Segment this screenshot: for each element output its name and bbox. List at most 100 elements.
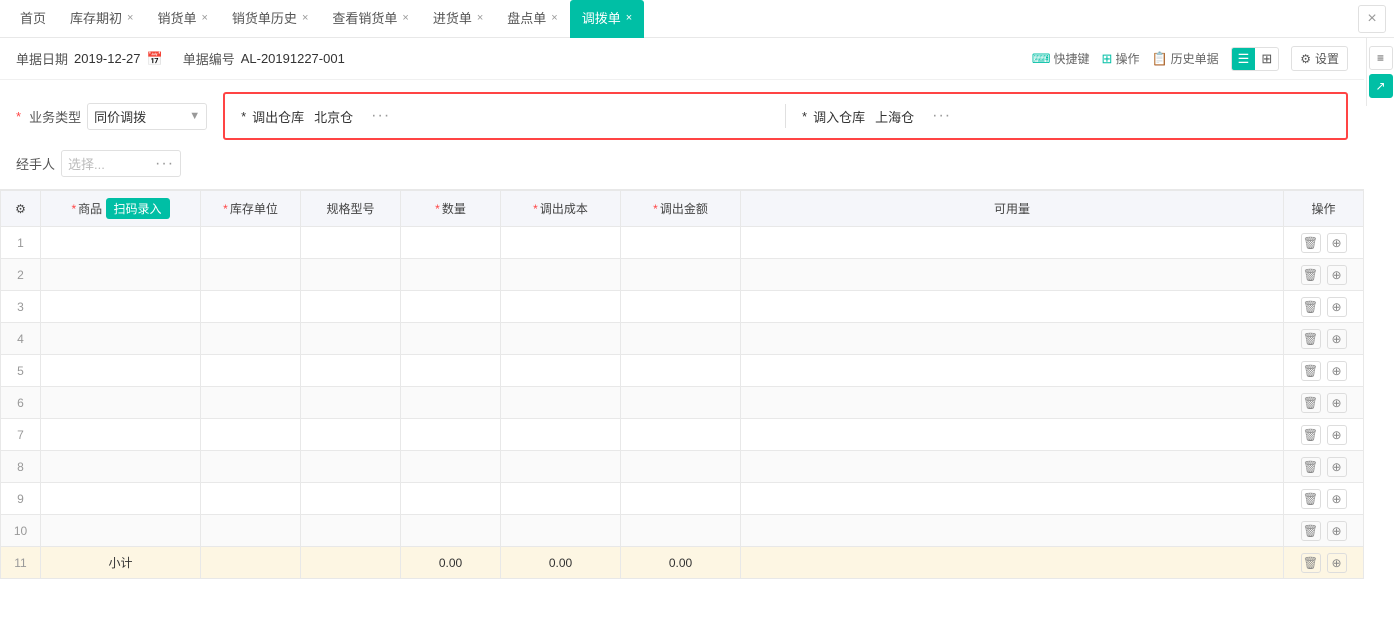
row-cost-cell[interactable] [501,323,621,355]
tab-view-sales-close[interactable]: × [402,12,408,24]
sidebar-export-button[interactable]: ↗ [1369,74,1393,98]
table-header-row: ⚙ *商品 扫码录入 *库存单位 规格型号 *数量 *调出 [1,191,1364,227]
row-amount-cell[interactable] [621,387,741,419]
row-qty-cell[interactable] [401,483,501,515]
row-qty-cell[interactable] [401,323,501,355]
table-settings-icon[interactable]: ⚙ [15,202,26,216]
biz-type-label: 业务类型 [29,107,81,126]
sidebar-list-button[interactable]: ≡ [1369,46,1393,70]
history-doc-button[interactable]: 📋 历史单据 [1151,50,1218,67]
row-cost-cell[interactable] [501,387,621,419]
copy-row-button[interactable]: ⊕ [1327,457,1347,477]
row-cost-cell[interactable] [501,515,621,547]
row-qty-cell[interactable] [401,227,501,259]
tab-sales-order[interactable]: 销货单 × [145,0,219,38]
copy-row-button[interactable]: ⊕ [1327,393,1347,413]
tab-inventory-init[interactable]: 库存期初 × [58,0,145,38]
row-product-cell[interactable] [41,387,201,419]
table-row: 9🗑⊕ [1,483,1364,515]
tab-sales-history[interactable]: 销货单历史 × [220,0,320,38]
copy-row-button[interactable]: ⊕ [1327,489,1347,509]
row-qty-cell[interactable] [401,419,501,451]
shortcut-key-button[interactable]: ⌨ 快捷键 [1032,50,1090,67]
delete-row-button[interactable]: 🗑 [1301,457,1321,477]
handler-more-icon[interactable]: ··· [155,155,174,173]
row-amount-cell[interactable] [621,259,741,291]
row-cost-cell[interactable] [501,451,621,483]
biz-type-select[interactable]: 同价调拨 ▼ [87,103,207,130]
row-product-cell[interactable] [41,483,201,515]
view-list-button[interactable]: ☰ [1232,48,1256,70]
row-product-cell[interactable] [41,227,201,259]
row-cost-cell[interactable] [501,355,621,387]
tab-sales-history-close[interactable]: × [302,12,308,24]
row-qty-cell[interactable] [401,515,501,547]
copy-row-button[interactable]: ⊕ [1327,265,1347,285]
row-cost-cell[interactable] [501,227,621,259]
out-warehouse-more-icon[interactable]: ··· [371,107,390,125]
delete-row-button[interactable]: 🗑 [1301,361,1321,381]
copy-row-button[interactable]: ⊕ [1327,425,1347,445]
in-warehouse-more-icon[interactable]: ··· [932,107,951,125]
copy-row-button[interactable]: ⊕ [1327,329,1347,349]
row-qty-cell[interactable] [401,291,501,323]
row-cost-cell[interactable] [501,419,621,451]
tab-inventory-init-close[interactable]: × [127,12,133,24]
window-close-button[interactable]: × [1358,5,1386,33]
delete-row-button[interactable]: 🗑 [1301,233,1321,253]
copy-row-button[interactable]: ⊕ [1327,553,1347,573]
row-product-cell[interactable] [41,419,201,451]
row-product-cell[interactable] [41,355,201,387]
row-number: 1 [1,227,41,259]
tab-sales-order-close[interactable]: × [201,12,207,24]
tab-home[interactable]: 首页 [8,0,58,38]
row-amount-cell[interactable] [621,483,741,515]
row-cost-cell[interactable] [501,483,621,515]
row-amount-cell[interactable] [621,291,741,323]
delete-row-button[interactable]: 🗑 [1301,265,1321,285]
row-cost-cell[interactable] [501,291,621,323]
handler-placeholder[interactable]: 选择... [68,154,105,173]
settings-button[interactable]: ⚙ 设置 [1291,46,1348,71]
copy-row-button[interactable]: ⊕ [1327,521,1347,541]
scan-entry-button[interactable]: 扫码录入 [106,198,170,219]
row-cost-cell[interactable] [501,259,621,291]
delete-row-button[interactable]: 🗑 [1301,425,1321,445]
row-amount-cell[interactable] [621,227,741,259]
row-amount-cell[interactable] [621,515,741,547]
copy-row-button[interactable]: ⊕ [1327,233,1347,253]
row-actions-cell: 🗑⊕ [1284,515,1364,547]
tab-view-sales[interactable]: 查看销货单 × [320,0,420,38]
delete-row-button[interactable]: 🗑 [1301,489,1321,509]
delete-row-button[interactable]: 🗑 [1301,393,1321,413]
row-product-cell[interactable] [41,515,201,547]
row-amount-cell[interactable] [621,451,741,483]
row-product-cell[interactable] [41,323,201,355]
operation-button[interactable]: ⊞ 操作 [1102,50,1140,67]
delete-row-button[interactable]: 🗑 [1301,297,1321,317]
tab-transfer-order[interactable]: 调拨单 × [570,0,644,38]
view-grid-button[interactable]: ⊞ [1255,48,1278,70]
row-qty-cell[interactable] [401,451,501,483]
row-product-cell[interactable] [41,259,201,291]
tab-inventory-count[interactable]: 盘点单 × [495,0,569,38]
calendar-icon[interactable]: 📅 [147,51,163,67]
row-amount-cell[interactable] [621,419,741,451]
tab-inventory-count-close[interactable]: × [551,12,557,24]
col-settings[interactable]: ⚙ [1,191,41,227]
row-product-cell[interactable] [41,451,201,483]
tab-purchase-order[interactable]: 进货单 × [421,0,495,38]
copy-row-button[interactable]: ⊕ [1327,361,1347,381]
copy-row-button[interactable]: ⊕ [1327,297,1347,317]
delete-row-button[interactable]: 🗑 [1301,329,1321,349]
row-amount-cell[interactable] [621,355,741,387]
row-qty-cell[interactable] [401,259,501,291]
row-product-cell[interactable] [41,291,201,323]
row-qty-cell[interactable] [401,387,501,419]
tab-transfer-order-close[interactable]: × [626,12,632,24]
row-qty-cell[interactable] [401,355,501,387]
delete-row-button[interactable]: 🗑 [1301,521,1321,541]
tab-purchase-order-close[interactable]: × [477,12,483,24]
delete-row-button[interactable]: 🗑 [1301,553,1321,573]
row-amount-cell[interactable] [621,323,741,355]
